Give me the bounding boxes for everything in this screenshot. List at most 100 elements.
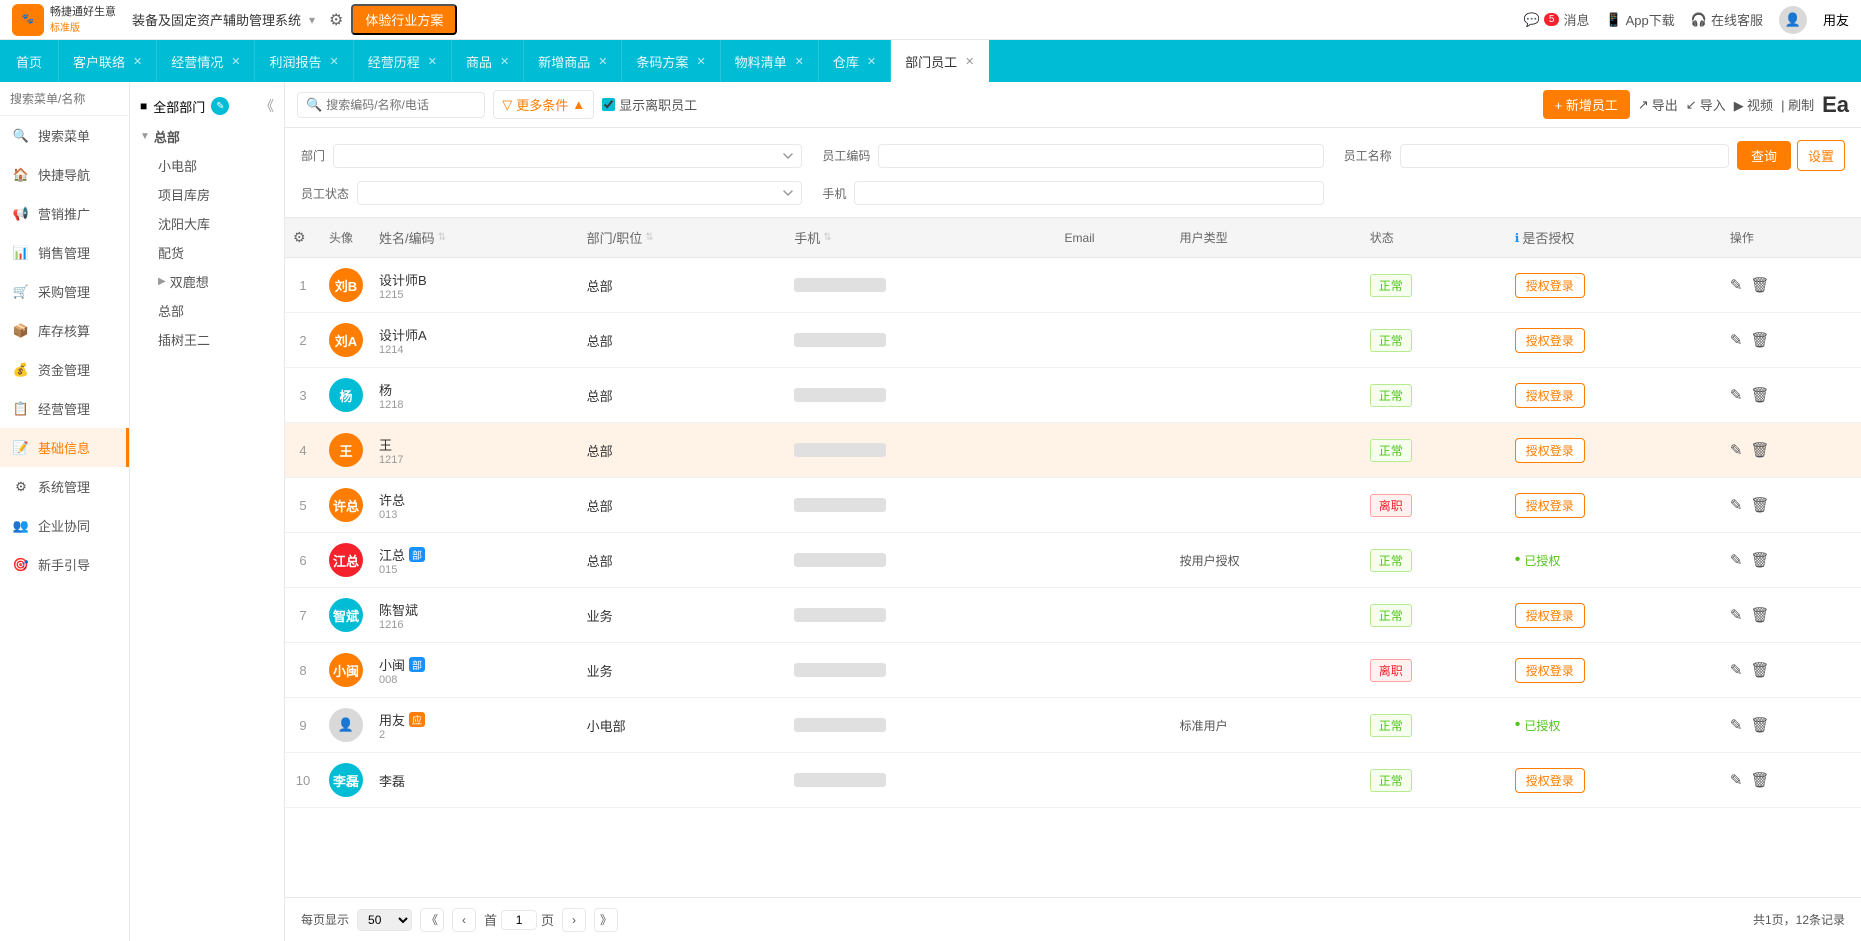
delete-button[interactable]: 🗑 bbox=[1750, 331, 1769, 349]
tab-warehouse[interactable]: 仓库 ✕ bbox=[819, 40, 891, 82]
auth-button[interactable]: 授权登录 bbox=[1515, 273, 1585, 298]
col-settings-icon[interactable]: ⚙ bbox=[293, 229, 306, 245]
system-arrow-icon[interactable]: ▾ bbox=[309, 13, 315, 27]
sidebar-search-input[interactable] bbox=[10, 92, 130, 106]
delete-button[interactable]: 🗑 bbox=[1750, 771, 1769, 789]
tab-operation[interactable]: 经营情况 ✕ bbox=[157, 40, 255, 82]
auth-button[interactable]: 授权登录 bbox=[1515, 438, 1585, 463]
print-button[interactable]: | 刷制 bbox=[1781, 95, 1814, 114]
next-page-button[interactable]: › bbox=[562, 908, 586, 932]
dept-node-root[interactable]: ▼ 总部 bbox=[130, 122, 284, 151]
mobile-input[interactable] bbox=[854, 181, 1323, 205]
sidebar-item-system[interactable]: ⚙ 系统管理 bbox=[0, 467, 129, 506]
employee-code-input[interactable] bbox=[878, 144, 1323, 168]
dept-node-chashuwang[interactable]: 插树王二 bbox=[130, 325, 284, 354]
delete-button[interactable]: 🗑 bbox=[1750, 496, 1769, 514]
dept-node-xiaodian[interactable]: 小电部 bbox=[130, 151, 284, 180]
th-mobile[interactable]: 手机 ⇅ bbox=[786, 218, 1056, 258]
delete-button[interactable]: 🗑 bbox=[1750, 551, 1769, 569]
delete-button[interactable]: 🗑 bbox=[1750, 606, 1769, 624]
sidebar-item-purchase[interactable]: 🛒 采购管理 bbox=[0, 272, 129, 311]
settings-button[interactable]: 设置 bbox=[1797, 140, 1845, 171]
per-page-select[interactable]: 50 20 100 bbox=[357, 909, 412, 931]
tab-barcode[interactable]: 条码方案 ✕ bbox=[622, 40, 720, 82]
dept-node-zongbu[interactable]: 总部 bbox=[130, 296, 284, 325]
app-download-button[interactable]: 📱 App下载 bbox=[1605, 10, 1674, 29]
dept-collapse-icon[interactable]: 《 bbox=[260, 96, 274, 116]
tab-add-goods[interactable]: 新增商品 ✕ bbox=[524, 40, 622, 82]
sidebar-item-basic[interactable]: 📝 基础信息 bbox=[0, 428, 129, 467]
dept-select[interactable] bbox=[333, 144, 802, 168]
auth-button[interactable]: 授权登录 bbox=[1515, 383, 1585, 408]
auth-button[interactable]: 授权登录 bbox=[1515, 493, 1585, 518]
sidebar-item-collab[interactable]: 👥 企业协同 bbox=[0, 506, 129, 545]
edit-button[interactable]: ✎ bbox=[1730, 386, 1743, 404]
dept-node-shenyang[interactable]: 沈阳大库 bbox=[130, 209, 284, 238]
dept-node-shuanglu[interactable]: ▶ 双鹿想 bbox=[130, 267, 284, 296]
tab-home[interactable]: 首页 bbox=[0, 40, 59, 82]
online-service-button[interactable]: 🎧 在线客服 bbox=[1691, 10, 1763, 29]
edit-button[interactable]: ✎ bbox=[1730, 276, 1743, 294]
add-employee-button[interactable]: + 新增员工 bbox=[1543, 90, 1630, 119]
dept-node-project[interactable]: 项目库房 bbox=[130, 180, 284, 209]
edit-button[interactable]: ✎ bbox=[1730, 331, 1743, 349]
delete-button[interactable]: 🗑 bbox=[1750, 441, 1769, 459]
dept-root-label: 总部 bbox=[154, 127, 180, 146]
user-avatar[interactable]: 👤 bbox=[1779, 6, 1807, 34]
dept-node-peihuo[interactable]: 配货 bbox=[130, 238, 284, 267]
sidebar-item-nav[interactable]: 🏠 快捷导航 bbox=[0, 155, 129, 194]
edit-button[interactable]: ✎ bbox=[1730, 716, 1743, 734]
tab-bom[interactable]: 物料清单 ✕ bbox=[721, 40, 819, 82]
sidebar-item-guide[interactable]: 🎯 新手引导 bbox=[0, 545, 129, 584]
prev-page-button[interactable]: ‹ bbox=[452, 908, 476, 932]
sidebar-item-finance[interactable]: 💰 资金管理 bbox=[0, 350, 129, 389]
page-input[interactable]: 1 bbox=[501, 910, 537, 930]
gear-icon[interactable]: ⚙ bbox=[329, 10, 343, 30]
sidebar-item-marketing-label: 营销推广 bbox=[38, 204, 90, 223]
auth-button[interactable]: 授权登录 bbox=[1515, 603, 1585, 628]
edit-button[interactable]: ✎ bbox=[1730, 771, 1743, 789]
tab-customer[interactable]: 客户联络 ✕ bbox=[59, 40, 157, 82]
sidebar-item-marketing[interactable]: 📢 营销推广 bbox=[0, 194, 129, 233]
edit-button[interactable]: ✎ bbox=[1730, 606, 1743, 624]
auth-button[interactable]: 授权登录 bbox=[1515, 768, 1585, 793]
search-button[interactable]: 查询 bbox=[1737, 141, 1791, 170]
employee-code: 008 bbox=[379, 674, 571, 686]
edit-button[interactable]: ✎ bbox=[1730, 496, 1743, 514]
last-page-button[interactable]: 》 bbox=[594, 908, 618, 932]
dept-edit-icon[interactable]: ✎ bbox=[211, 97, 229, 115]
edit-button[interactable]: ✎ bbox=[1730, 441, 1743, 459]
sidebar-item-inventory[interactable]: 📦 库存核算 bbox=[0, 311, 129, 350]
th-name[interactable]: 姓名/编码 ⇅ bbox=[371, 218, 579, 258]
employee-name-input[interactable] bbox=[1400, 144, 1729, 168]
sidebar-item-sales[interactable]: 📊 销售管理 bbox=[0, 233, 129, 272]
auth-button[interactable]: 授权登录 bbox=[1515, 658, 1585, 683]
auth-button[interactable]: 授权登录 bbox=[1515, 328, 1585, 353]
sidebar-item-biz[interactable]: 📋 经营管理 bbox=[0, 389, 129, 428]
tab-profit[interactable]: 利润报告 ✕ bbox=[255, 40, 353, 82]
export-button[interactable]: ↗ 导出 bbox=[1638, 95, 1678, 114]
filter-search-input[interactable] bbox=[326, 98, 476, 112]
status-select[interactable] bbox=[357, 181, 802, 205]
trial-button[interactable]: 体验行业方案 bbox=[351, 4, 457, 35]
tab-department[interactable]: 部门员工 ✕ bbox=[891, 40, 989, 82]
tab-goods[interactable]: 商品 ✕ bbox=[452, 40, 524, 82]
delete-button[interactable]: 🗑 bbox=[1750, 716, 1769, 734]
delete-button[interactable]: 🗑 bbox=[1750, 386, 1769, 404]
view-button[interactable]: ▶ 视频 bbox=[1734, 95, 1773, 114]
filter-more-button[interactable]: ▽ 更多条件 ▲ bbox=[493, 90, 594, 119]
th-dept[interactable]: 部门/职位 ⇅ bbox=[579, 218, 787, 258]
edit-button[interactable]: ✎ bbox=[1730, 661, 1743, 679]
notification-button[interactable]: 💬 5 消息 bbox=[1524, 10, 1590, 29]
delete-button[interactable]: 🗑 bbox=[1750, 276, 1769, 294]
edit-button[interactable]: ✎ bbox=[1730, 551, 1743, 569]
import-button[interactable]: ↙ 导入 bbox=[1686, 95, 1726, 114]
logo-area: 🐾 畅捷通好生意 标准版 bbox=[12, 4, 132, 36]
status-badge: 正常 bbox=[1370, 439, 1412, 462]
delete-button[interactable]: 🗑 bbox=[1750, 661, 1769, 679]
sidebar-item-search[interactable]: 🔍 搜索菜单 bbox=[0, 116, 129, 155]
tab-process[interactable]: 经营历程 ✕ bbox=[354, 40, 452, 82]
show-resigned-checkbox[interactable]: 显示离职员工 bbox=[602, 95, 697, 114]
first-page-button[interactable]: 《 bbox=[420, 908, 444, 932]
show-resigned-input[interactable] bbox=[602, 98, 615, 111]
